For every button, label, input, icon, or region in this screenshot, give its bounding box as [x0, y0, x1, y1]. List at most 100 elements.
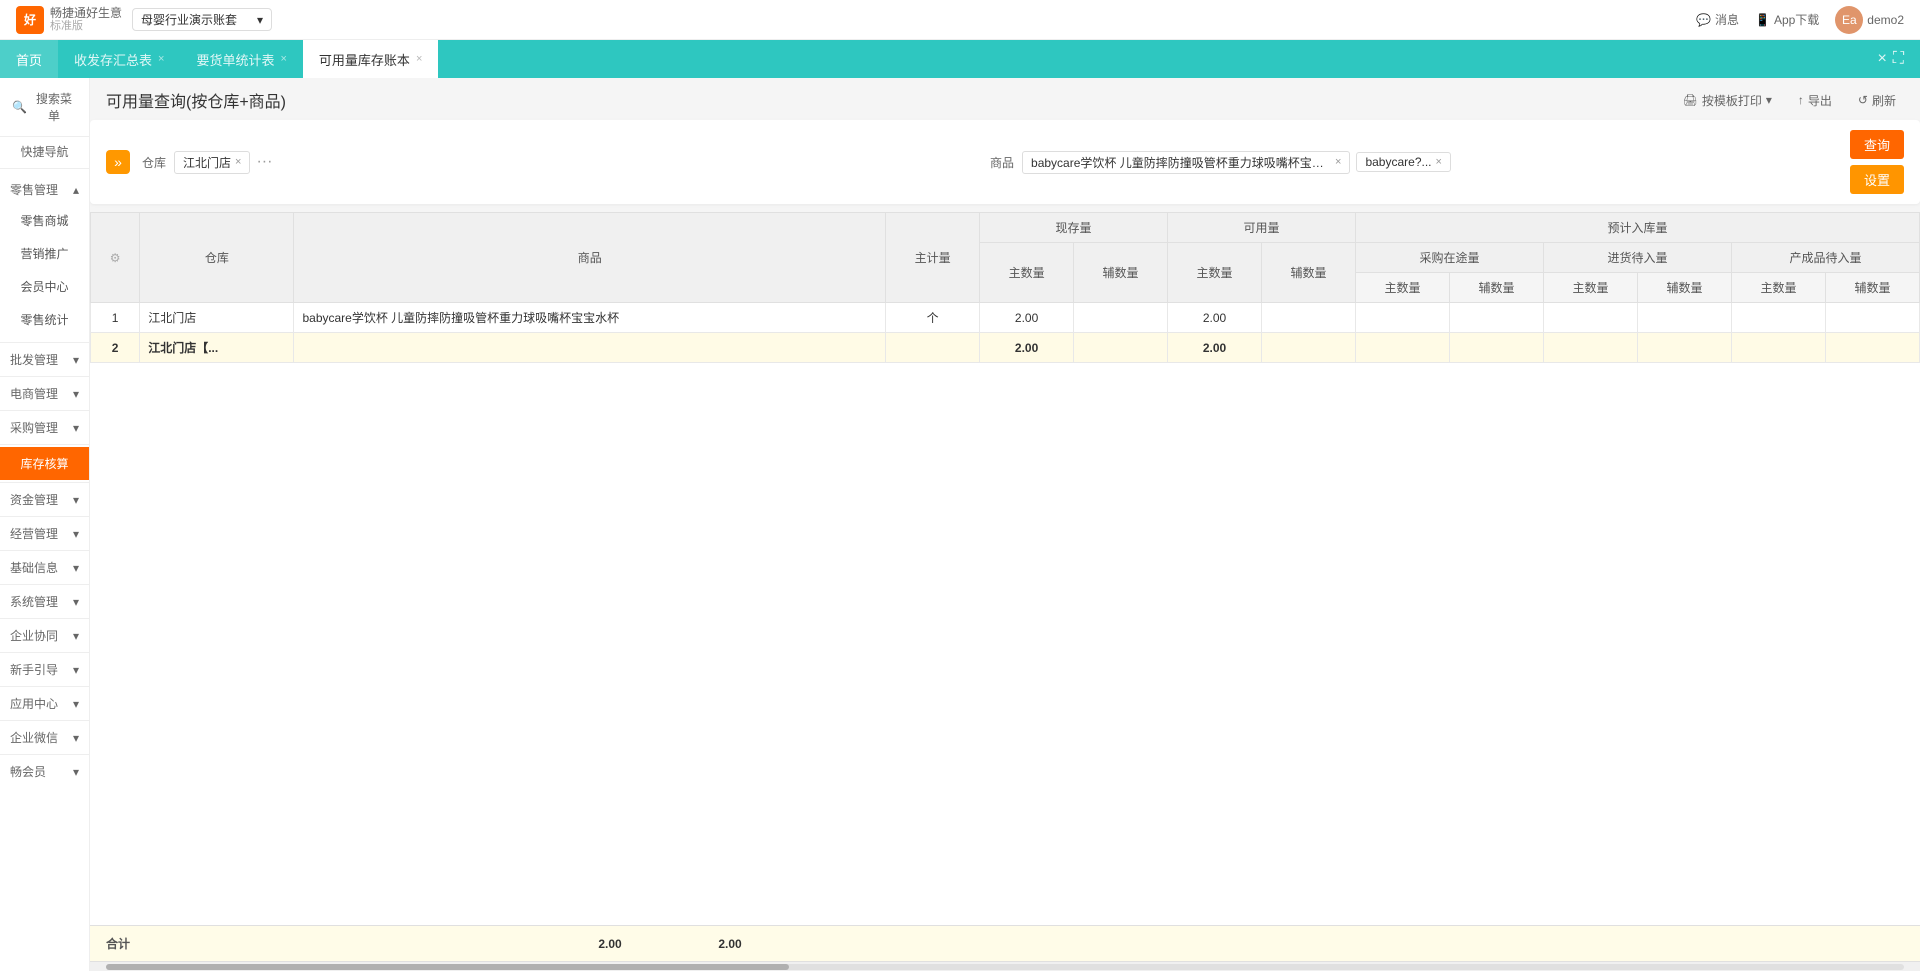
print-icon: 🖨 [1683, 93, 1698, 107]
close-all-tabs-btn[interactable]: × [1877, 50, 1886, 68]
chevron-down-icon: ▾ [73, 629, 79, 643]
sidebar-wechat-header[interactable]: 企业微信 ▾ [0, 723, 89, 752]
sidebar-system-header[interactable]: 系统管理 ▾ [0, 587, 89, 616]
chevron-down-icon: ▾ [73, 527, 79, 541]
tab-receive-close[interactable]: × [158, 53, 164, 65]
sidebar-divider-3 [0, 376, 89, 377]
horizontal-scrollbar[interactable] [90, 961, 1920, 971]
query-btn[interactable]: 查询 [1850, 130, 1904, 159]
scrollbar-thumb[interactable] [106, 964, 789, 970]
tab-order-stats-close[interactable]: × [280, 53, 286, 65]
row1-stock-main: 2.00 [980, 303, 1074, 333]
row2-arrival-main [1543, 333, 1637, 363]
sidebar-quick-nav[interactable]: 快捷导航 [0, 137, 89, 166]
sidebar-enterprise-header[interactable]: 企业协同 ▾ [0, 621, 89, 650]
export-btn[interactable]: ↑ 导出 [1790, 89, 1840, 112]
col-warehouse: 仓库 [140, 213, 294, 303]
row1-purchase-aux [1450, 303, 1544, 333]
message-btn[interactable]: 💬 消息 [1696, 11, 1739, 28]
tab-available-close[interactable]: × [416, 53, 422, 65]
sidebar-newbie-header[interactable]: 新手引导 ▾ [0, 655, 89, 684]
tab-available[interactable]: 可用量库存账本 × [303, 40, 438, 78]
sidebar-divider-9 [0, 584, 89, 585]
sidebar-retail-header[interactable]: 零售管理 ▴ [0, 175, 89, 204]
row1-prod-aux [1825, 303, 1919, 333]
row1-prod-main [1731, 303, 1825, 333]
chevron-down-icon: ▾ [73, 493, 79, 507]
col-gear[interactable]: ⚙ [91, 213, 140, 303]
industry-selector[interactable]: 母婴行业演示账套 ▾ [132, 8, 272, 31]
print-btn[interactable]: 🖨 按模板打印 ▾ [1675, 89, 1780, 112]
app-download-btn[interactable]: 📱 App下载 [1755, 11, 1819, 28]
sidebar-member-header[interactable]: 畅会员 ▾ [0, 757, 89, 786]
sidebar-basic-header[interactable]: 基础信息 ▾ [0, 553, 89, 582]
nav-tabs-right: × ⛶ [1877, 50, 1920, 68]
chevron-down-icon: ▾ [73, 421, 79, 435]
sidebar-divider-8 [0, 550, 89, 551]
top-bar-right: 💬 消息 📱 App下载 Ea demo2 [1696, 6, 1904, 34]
sidebar-divider-14 [0, 754, 89, 755]
product-tag-2[interactable]: babycare?... × [1356, 152, 1450, 172]
product-tag1-close[interactable]: × [1335, 156, 1341, 168]
filter-toggle-btn[interactable]: » [106, 150, 130, 174]
sidebar-item-retail-mall[interactable]: 零售商城 [0, 204, 89, 237]
user-menu[interactable]: Ea demo2 [1835, 6, 1904, 34]
col-avail-main: 主数量 [1168, 243, 1262, 303]
table-row: 1 江北门店 babycare学饮杯 儿童防摔防撞吸管杯重力球吸嘴杯宝宝水杯 个… [91, 303, 1920, 333]
layout: 🔍 搜索菜单 快捷导航 零售管理 ▴ 零售商城 营销推广 会员中心 零售统计 批… [0, 78, 1920, 971]
product-tags: babycare学饮杯 儿童防摔防撞吸管杯重力球吸嘴杯宝宝水杯 × babyca… [1022, 151, 1838, 174]
chevron-down-icon: ▾ [73, 387, 79, 401]
sidebar-item-marketing[interactable]: 营销推广 [0, 237, 89, 270]
expand-btn[interactable]: ⛶ [1893, 50, 1904, 68]
row2-prod-main [1731, 333, 1825, 363]
refresh-btn[interactable]: ↺ 刷新 [1850, 89, 1904, 112]
sidebar-divider-6 [0, 482, 89, 483]
warehouse-more[interactable]: ··· [256, 153, 272, 171]
warehouse-label: 仓库 [142, 154, 166, 171]
sidebar-ecommerce-header[interactable]: 电商管理 ▾ [0, 379, 89, 408]
warehouse-tag-close[interactable]: × [235, 156, 241, 168]
product-tag2-close[interactable]: × [1436, 156, 1442, 168]
sidebar-item-member[interactable]: 会员中心 [0, 270, 89, 303]
table-container: ⚙ 仓库 商品 主计量 现存量 可用量 预计入库量 主数量 辅数量 主数量 辅数… [90, 212, 1920, 925]
tab-order-stats[interactable]: 要货单统计表 × [180, 40, 302, 78]
sidebar-appcenter-header[interactable]: 应用中心 ▾ [0, 689, 89, 718]
sidebar-divider-7 [0, 516, 89, 517]
top-bar: 好 畅捷通好生意 标准版 母婴行业演示账套 ▾ 💬 消息 📱 App下载 Ea … [0, 0, 1920, 40]
warehouse-tag[interactable]: 江北门店 × [174, 151, 250, 174]
sidebar-operation-header[interactable]: 经营管理 ▾ [0, 519, 89, 548]
row1-product: babycare学饮杯 儿童防摔防撞吸管杯重力球吸嘴杯宝宝水杯 [294, 303, 886, 333]
row2-avail-main: 2.00 [1168, 333, 1262, 363]
table-header-row-1: ⚙ 仓库 商品 主计量 现存量 可用量 预计入库量 [91, 213, 1920, 243]
filter-bar: » 仓库 江北门店 × ··· 商品 b [90, 120, 1920, 204]
col-prod-aux: 辅数量 [1825, 273, 1919, 303]
footer-label: 合计 [90, 935, 180, 952]
sidebar-finance-header[interactable]: 资金管理 ▾ [0, 485, 89, 514]
row1-avail-aux [1262, 303, 1356, 333]
chevron-down-icon: ▴ [73, 183, 79, 197]
row1-unit: 个 [886, 303, 980, 333]
sidebar-item-inventory[interactable]: 库存核算 [0, 447, 89, 480]
page-title: 可用量查询(按仓库+商品) [106, 88, 286, 112]
settings-btn[interactable]: 设置 [1850, 165, 1904, 194]
product-tag-1[interactable]: babycare学饮杯 儿童防摔防撞吸管杯重力球吸嘴杯宝宝水杯 × [1022, 151, 1350, 174]
sidebar-purchase-header[interactable]: 采购管理 ▾ [0, 413, 89, 442]
sidebar-divider [0, 168, 89, 169]
chevron-down-icon: ▾ [257, 13, 263, 27]
table-footer: 合计 2.00 2.00 [90, 925, 1920, 961]
tab-home[interactable]: 首页 [0, 40, 58, 78]
filter-action-btns: 查询 设置 [1850, 130, 1904, 194]
warehouse-tags: 江北门店 × ··· [174, 151, 990, 174]
sidebar: 🔍 搜索菜单 快捷导航 零售管理 ▴ 零售商城 营销推广 会员中心 零售统计 批… [0, 78, 90, 971]
row1-arrival-aux [1637, 303, 1731, 333]
table-row-subtotal: 2 江北门店【... 2.00 2.00 [91, 333, 1920, 363]
col-stock-aux: 辅数量 [1074, 243, 1168, 303]
tab-receive[interactable]: 收发存汇总表 × [58, 40, 180, 78]
sidebar-divider-12 [0, 686, 89, 687]
col-stock-header: 现存量 [980, 213, 1168, 243]
col-purchase-header: 采购在途量 [1356, 243, 1544, 273]
sidebar-item-retail-stats[interactable]: 零售统计 [0, 303, 89, 336]
search-menu-btn[interactable]: 🔍 搜索菜单 [8, 86, 81, 128]
sidebar-wholesale-header[interactable]: 批发管理 ▾ [0, 345, 89, 374]
sidebar-divider-10 [0, 618, 89, 619]
